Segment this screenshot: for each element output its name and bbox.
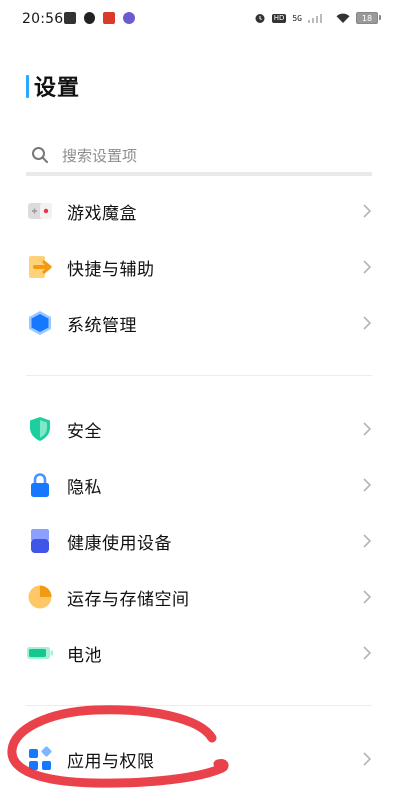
chevron-right-icon [362, 259, 372, 275]
chevron-right-icon [362, 477, 372, 493]
settings-item-label: 快捷与辅助 [67, 259, 155, 280]
memory-storage-icon [26, 583, 54, 611]
chevron-right-icon [362, 315, 372, 331]
chevron-right-icon [362, 645, 372, 661]
chevron-right-icon [362, 421, 372, 437]
privacy-lock-icon [26, 471, 54, 499]
settings-item-label: 健康使用设备 [67, 533, 172, 554]
chevron-right-icon [362, 533, 372, 549]
shortcut-assist-icon [26, 253, 54, 281]
system-management-icon [26, 309, 54, 337]
settings-item-security[interactable]: 安全 [0, 401, 400, 457]
status-bar: 20:56 HD 5G 18 [0, 0, 400, 40]
search-icon [30, 145, 50, 165]
battery-icon [26, 639, 54, 667]
settings-list: 游戏魔盒 快捷与辅助 系统管理 安全 隐私 健康使用设备 运存与存储空间 电池 … [0, 183, 400, 787]
divider-line [26, 705, 372, 706]
search-input[interactable]: 搜索设置项 [26, 138, 372, 176]
settings-item-label: 运存与存储空间 [67, 589, 190, 610]
settings-item-label: 电池 [67, 645, 102, 666]
qq-notification-icon [84, 12, 95, 24]
notification-icons [64, 12, 135, 24]
chevron-right-icon [362, 751, 372, 767]
settings-item-privacy[interactable]: 隐私 [0, 457, 400, 513]
settings-item-label: 游戏魔盒 [67, 203, 137, 224]
settings-item-label: 应用与权限 [67, 751, 155, 772]
search-placeholder: 搜索设置项 [62, 146, 138, 165]
settings-item-memory-storage[interactable]: 运存与存储空间 [0, 569, 400, 625]
healthy-device-use-icon [26, 527, 54, 555]
page-header: 设置 [26, 70, 80, 102]
chevron-right-icon [362, 589, 372, 605]
status-right-icons: HD 5G 18 [254, 12, 381, 24]
game-box-icon [26, 197, 54, 225]
wifi-icon [336, 13, 350, 23]
network-type: 5G [292, 13, 302, 23]
hd-icon: HD [271, 13, 287, 23]
settings-item-label: 系统管理 [67, 315, 137, 336]
divider-line [26, 375, 372, 376]
group-divider [0, 681, 400, 731]
alarm-icon [255, 14, 265, 23]
message-notification-icon [64, 12, 76, 24]
settings-item-game-box[interactable]: 游戏魔盒 [0, 183, 400, 239]
battery-indicator: 18 [356, 12, 381, 24]
page-title: 设置 [34, 76, 81, 101]
signal-icon [308, 14, 322, 23]
settings-item-system-management[interactable]: 系统管理 [0, 295, 400, 351]
settings-item-label: 安全 [67, 421, 102, 442]
settings-item-healthy-device-use[interactable]: 健康使用设备 [0, 513, 400, 569]
security-shield-icon [26, 415, 54, 443]
app-notification-icon-2 [123, 12, 135, 24]
status-time: 20:56 [22, 11, 64, 27]
group-divider [0, 351, 400, 401]
chevron-right-icon [362, 203, 372, 219]
settings-item-apps-permissions[interactable]: 应用与权限 [0, 731, 400, 787]
settings-item-label: 隐私 [67, 477, 102, 498]
app-notification-icon [103, 12, 115, 24]
settings-item-shortcut-assist[interactable]: 快捷与辅助 [0, 239, 400, 295]
title-accent-bar [26, 74, 29, 98]
settings-item-battery[interactable]: 电池 [0, 625, 400, 681]
apps-permissions-icon [26, 745, 54, 773]
